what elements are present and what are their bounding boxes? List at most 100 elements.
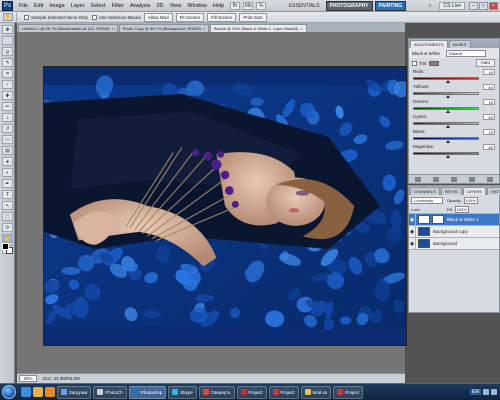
eye-icon[interactable]: ◉ xyxy=(409,225,416,238)
language-indicator[interactable]: EN xyxy=(470,389,481,395)
menu-select[interactable]: Select xyxy=(87,0,108,12)
opacity-field[interactable]: 100% xyxy=(463,196,478,204)
trash-icon[interactable] xyxy=(487,176,493,182)
quick-select-tool-icon[interactable]: ✎ xyxy=(2,58,13,67)
start-button[interactable] xyxy=(2,385,16,399)
fill-screen-button[interactable]: Fill Screen xyxy=(207,12,237,22)
taskbar-item[interactable]: Photoshop xyxy=(128,385,167,399)
close-icon[interactable]: × xyxy=(488,1,498,10)
3d-rotate-tool-icon[interactable]: ⟳ xyxy=(2,223,13,232)
workspace-more[interactable]: » xyxy=(425,2,436,10)
type-tool-icon[interactable]: T xyxy=(2,190,13,199)
menu-help[interactable]: Help xyxy=(210,0,227,12)
history-brush-tool-icon[interactable]: ↺ xyxy=(2,124,13,133)
slider-value-field[interactable]: 20 xyxy=(483,129,495,135)
fill-field[interactable]: 100% xyxy=(454,205,469,213)
menu-view[interactable]: View xyxy=(166,0,184,12)
network-icon[interactable] xyxy=(483,389,489,395)
dodge-tool-icon[interactable]: ◐ xyxy=(2,168,13,177)
slider-value-field[interactable]: 40 xyxy=(483,99,495,105)
layer-mask-thumbnail[interactable] xyxy=(432,215,444,224)
document-info[interactable]: Doc: 34,3M/93,5M xyxy=(43,376,80,381)
close-tab-icon[interactable]: × xyxy=(111,26,113,31)
foreground-color-swatch[interactable] xyxy=(2,243,9,250)
layer-row[interactable]: ◉ Background copy xyxy=(409,225,499,238)
tab-channels[interactable]: CHANNELS xyxy=(410,187,440,195)
zoom-field[interactable]: 25% xyxy=(19,375,37,382)
slider-value-field[interactable]: 60 xyxy=(483,114,495,120)
tab-adjustments[interactable]: ADJUSTMENTS xyxy=(410,40,448,48)
menu-layer[interactable]: Layer xyxy=(68,0,88,12)
explorer-folder-icon[interactable] xyxy=(33,387,43,397)
slider-value-field[interactable]: 60 xyxy=(483,84,495,90)
actual-pixels-button[interactable]: Allow Mod xyxy=(143,12,173,22)
eye-icon[interactable]: ◉ xyxy=(409,213,416,226)
eye-icon[interactable]: ◉ xyxy=(409,237,416,250)
visibility-icon[interactable] xyxy=(451,176,457,182)
tab-layers[interactable]: LAYERS xyxy=(462,187,487,195)
layer-row[interactable]: ◉ Background xyxy=(409,237,499,250)
document-tab[interactable]: Backlit @ 25% (Black & White 1, Layer Ma… xyxy=(210,24,307,32)
option-check-1[interactable]: Sample Selected Items Only xyxy=(24,14,88,20)
print-size-button[interactable]: Print Size xyxy=(239,12,267,22)
eraser-tool-icon[interactable]: ▭ xyxy=(2,135,13,144)
auto-button[interactable]: Auto xyxy=(475,59,495,67)
media-player-icon[interactable] xyxy=(45,387,55,397)
menu-edit[interactable]: Edit xyxy=(31,0,46,12)
hand-tool-icon[interactable]: ✋ xyxy=(2,234,13,243)
taskbar-item[interactable]: Project xyxy=(333,385,364,399)
crop-tool-icon[interactable]: ⌗ xyxy=(2,69,13,78)
close-tab-icon[interactable]: × xyxy=(203,26,205,31)
canvas-image[interactable] xyxy=(44,67,406,345)
back-icon[interactable] xyxy=(415,176,421,182)
slider-thumb[interactable] xyxy=(446,155,450,158)
marquee-tool-icon[interactable]: ⬚ xyxy=(2,36,13,45)
minimize-icon[interactable]: – xyxy=(468,1,478,10)
slider-value-field[interactable]: 80 xyxy=(483,144,495,150)
layer-row[interactable]: ◉ Black & White 1 xyxy=(409,213,499,226)
workspace-essentials[interactable]: ESSENTIALS xyxy=(285,2,324,10)
menu-3d[interactable]: 3D xyxy=(153,0,166,12)
document-tab[interactable]: Photo Copy @ 66.7% (Background, RGB/8) × xyxy=(118,24,210,32)
gradient-tool-icon[interactable]: ▤ xyxy=(2,146,13,155)
taskbar-item[interactable]: Project xyxy=(268,385,299,399)
internet-explorer-icon[interactable] xyxy=(21,387,31,397)
menu-image[interactable]: Image xyxy=(46,0,67,12)
taskbar-item[interactable]: Project xyxy=(236,385,267,399)
workspace-painting[interactable]: PAINTING xyxy=(374,0,407,11)
menu-file[interactable]: File xyxy=(16,0,31,12)
healing-tool-icon[interactable]: ✚ xyxy=(2,91,13,100)
preset-select[interactable]: Default xyxy=(446,49,487,57)
cs-live-button[interactable]: CS Live xyxy=(439,1,465,10)
taskbar-item[interactable]: PhotoCh xyxy=(93,385,127,399)
taskbar-item[interactable]: Skype xyxy=(168,385,197,399)
close-tab-icon[interactable]: × xyxy=(300,26,302,31)
menu-window[interactable]: Window xyxy=(184,0,210,12)
tint-checkbox[interactable] xyxy=(412,60,417,66)
bridge-icon[interactable]: Br xyxy=(230,1,241,10)
tab-paths[interactable]: PATHS xyxy=(440,187,462,195)
reset-icon[interactable] xyxy=(469,176,475,182)
slider-value-field[interactable]: 40 xyxy=(483,69,495,75)
workspace-photography[interactable]: PHOTOGRAPHY xyxy=(325,0,373,11)
path-select-tool-icon[interactable]: ↖ xyxy=(2,201,13,210)
eyedropper-tool-icon[interactable]: ⁄ xyxy=(2,80,13,89)
zoom-level-icon[interactable]: % xyxy=(256,1,267,10)
lasso-tool-icon[interactable]: ϱ xyxy=(2,47,13,56)
tint-color-swatch[interactable] xyxy=(429,60,440,66)
maximize-icon[interactable]: □ xyxy=(478,1,488,10)
taskbar-item[interactable]: Свернуть xyxy=(198,385,235,399)
blend-mode-select[interactable]: Luminosity xyxy=(411,196,443,204)
minibridge-icon[interactable]: Mb xyxy=(243,1,254,10)
blur-tool-icon[interactable]: ● xyxy=(2,157,13,166)
option-check-2[interactable]: Use Selection-Based xyxy=(91,14,141,20)
shape-tool-icon[interactable]: ▢ xyxy=(2,212,13,221)
fit-screen-button[interactable]: Fit Screen xyxy=(175,12,205,22)
brush-tool-icon[interactable]: ✏ xyxy=(2,102,13,111)
menu-filter[interactable]: Filter xyxy=(109,0,127,12)
volume-icon[interactable] xyxy=(491,389,497,395)
clip-icon[interactable] xyxy=(433,176,439,182)
taskbar-item[interactable]: Загрузка xyxy=(57,385,92,399)
move-tool-icon[interactable]: ✥ xyxy=(2,25,13,34)
clone-stamp-tool-icon[interactable]: ⊥ xyxy=(2,113,13,122)
